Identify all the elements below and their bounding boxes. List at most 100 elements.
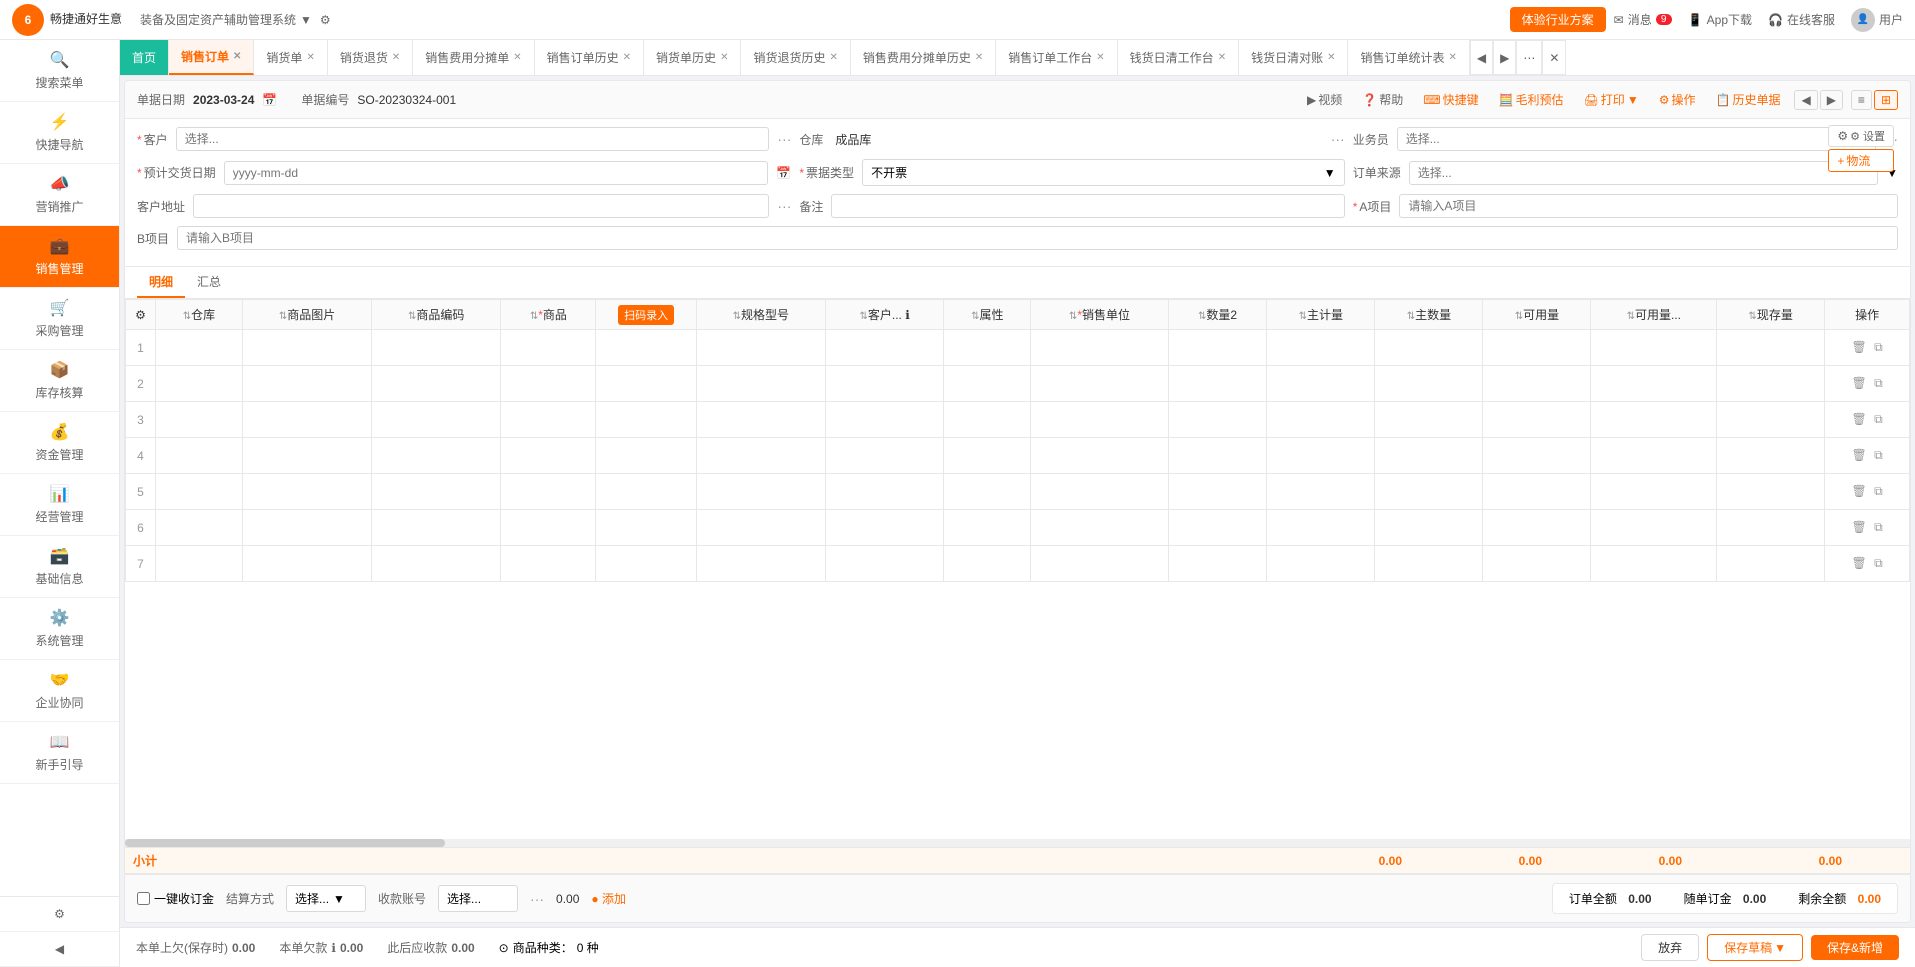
view-btn[interactable]: ▶ 视频 xyxy=(1301,89,1348,110)
customer-address-dots[interactable]: ··· xyxy=(777,198,791,214)
row-product-code[interactable] xyxy=(372,546,501,582)
tab-close-sales-order[interactable]: ✕ xyxy=(233,51,241,62)
sort-customer-code[interactable]: ⇅ xyxy=(859,311,867,322)
row-delete-btn[interactable]: 🗑 xyxy=(1852,448,1867,462)
row-product[interactable] xyxy=(501,402,596,438)
row-qty2[interactable] xyxy=(1168,510,1267,546)
h-scrollbar-track[interactable] xyxy=(125,839,1910,847)
row-attributes[interactable] xyxy=(944,366,1031,402)
row-product-img[interactable] xyxy=(242,546,371,582)
row-delete-btn[interactable]: 🗑 xyxy=(1852,484,1867,498)
row-available2[interactable] xyxy=(1591,330,1717,366)
sidebar-item-sales[interactable]: 💼 销售管理 xyxy=(0,226,119,288)
row-stock[interactable] xyxy=(1717,402,1825,438)
sidebar-item-inventory[interactable]: 📦 库存核算 xyxy=(0,350,119,412)
print-dropdown-icon[interactable]: ▼ xyxy=(1627,93,1639,107)
row-warehouse[interactable] xyxy=(156,546,243,582)
sidebar-item-system[interactable]: ⚙️ 系统管理 xyxy=(0,598,119,660)
delivery-date-input[interactable] xyxy=(224,161,769,185)
row-main-unit[interactable] xyxy=(1267,366,1375,402)
row-delete-btn[interactable]: 🗑 xyxy=(1852,340,1867,354)
project-b-input[interactable] xyxy=(177,226,1898,250)
tab-sales-order-workbench[interactable]: 销售订单工作台 ✕ xyxy=(996,40,1117,75)
row-main-unit[interactable] xyxy=(1267,510,1375,546)
scan-input-btn[interactable]: 扫码录入 xyxy=(618,305,674,325)
sort-product[interactable]: ⇅ xyxy=(530,311,538,322)
row-product-img[interactable] xyxy=(242,438,371,474)
row-main-unit[interactable] xyxy=(1267,438,1375,474)
sort-main-qty[interactable]: ⇅ xyxy=(1407,311,1415,322)
row-delete-btn[interactable]: 🗑 xyxy=(1852,520,1867,534)
row-product[interactable] xyxy=(501,510,596,546)
tab-close-sales-refund[interactable]: ✕ xyxy=(392,52,400,63)
row-stock[interactable] xyxy=(1717,366,1825,402)
row-warehouse[interactable] xyxy=(156,330,243,366)
tab-close-all-btn[interactable]: ✕ xyxy=(1542,40,1566,75)
h-scrollbar-thumb[interactable] xyxy=(125,839,445,847)
row-available2[interactable] xyxy=(1591,510,1717,546)
row-available[interactable] xyxy=(1483,438,1591,474)
row-qty2[interactable] xyxy=(1168,546,1267,582)
row-product[interactable] xyxy=(501,546,596,582)
row-main-unit[interactable] xyxy=(1267,546,1375,582)
tab-sales-return[interactable]: 销货单 ✕ xyxy=(254,40,327,75)
row-main-qty[interactable] xyxy=(1375,510,1483,546)
row-main-qty[interactable] xyxy=(1375,330,1483,366)
tab-close-sales-fee-history[interactable]: ✕ xyxy=(975,52,983,63)
sort-main-unit[interactable]: ⇅ xyxy=(1299,311,1307,322)
detail-tab-summary[interactable]: 汇总 xyxy=(185,267,233,298)
row-stock[interactable] xyxy=(1717,546,1825,582)
tab-close-sales-return[interactable]: ✕ xyxy=(306,52,314,63)
system-title-dropdown[interactable]: ▼ xyxy=(300,13,312,27)
row-available2[interactable] xyxy=(1591,474,1717,510)
row-available[interactable] xyxy=(1483,402,1591,438)
tab-close-sales-refund-history[interactable]: ✕ xyxy=(829,52,837,63)
row-product-img[interactable] xyxy=(242,366,371,402)
profit-forecast-btn[interactable]: 🧮 毛利预估 xyxy=(1493,89,1570,110)
row-customer-code[interactable] xyxy=(825,438,943,474)
settle-method-select[interactable]: 选择... ▼ xyxy=(286,885,366,912)
calendar-icon[interactable]: 📅 xyxy=(262,93,277,107)
sort-attributes[interactable]: ⇅ xyxy=(971,311,979,322)
row-product-code[interactable] xyxy=(372,330,501,366)
sort-product-img[interactable]: ⇅ xyxy=(279,311,287,322)
help-btn[interactable]: ❓ 帮助 xyxy=(1356,89,1409,110)
quick-settle-checkbox-label[interactable]: 一键收订金 xyxy=(137,890,214,907)
row-copy-btn[interactable]: ⧉ xyxy=(1874,376,1883,390)
sidebar-item-purchase[interactable]: 🛒 采购管理 xyxy=(0,288,119,350)
row-customer-code[interactable] xyxy=(825,510,943,546)
tab-more-btn[interactable]: ⋯ xyxy=(1516,40,1542,75)
prev-record-btn[interactable]: ◀ xyxy=(1794,90,1817,110)
note-input[interactable] xyxy=(831,194,1344,218)
customer-input[interactable] xyxy=(176,127,770,151)
sort-available2[interactable]: ⇅ xyxy=(1627,311,1635,322)
row-sales-unit[interactable] xyxy=(1031,546,1168,582)
row-customer-code[interactable] xyxy=(825,330,943,366)
sort-qty2[interactable]: ⇅ xyxy=(1198,311,1206,322)
tab-close-sales-return-history[interactable]: ✕ xyxy=(720,52,728,63)
row-available[interactable] xyxy=(1483,366,1591,402)
customer-dots[interactable]: ··· xyxy=(777,131,791,147)
sort-warehouse[interactable]: ⇅ xyxy=(183,311,191,322)
print-btn[interactable]: 🖨 打印 ▼ xyxy=(1578,89,1645,110)
sort-spec[interactable]: ⇅ xyxy=(733,311,741,322)
tab-cash-account[interactable]: 钱货日清对账 ✕ xyxy=(1239,40,1348,75)
row-sales-unit[interactable] xyxy=(1031,510,1168,546)
save-draft-btn[interactable]: 保存草稿 ▼ xyxy=(1707,934,1803,961)
tab-close-cash-account[interactable]: ✕ xyxy=(1327,52,1335,63)
sidebar-item-guide[interactable]: 📖 新手引导 xyxy=(0,722,119,784)
sidebar-item-quick-nav[interactable]: ⚡ 快捷导航 xyxy=(0,102,119,164)
add-logistics-btn[interactable]: + 物流 xyxy=(1828,149,1894,172)
row-attributes[interactable] xyxy=(944,474,1031,510)
row-product-img[interactable] xyxy=(242,474,371,510)
next-record-btn[interactable]: ▶ xyxy=(1820,90,1843,110)
discard-btn[interactable]: 放弃 xyxy=(1641,934,1699,961)
row-attributes[interactable] xyxy=(944,402,1031,438)
row-attributes[interactable] xyxy=(944,546,1031,582)
prev-lower-info-icon[interactable]: ℹ xyxy=(331,941,336,955)
row-warehouse[interactable] xyxy=(156,474,243,510)
tab-sales-refund-history[interactable]: 销货退货历史 ✕ xyxy=(741,40,850,75)
row-qty2[interactable] xyxy=(1168,438,1267,474)
history-orders-btn[interactable]: 📋 历史单据 xyxy=(1709,89,1786,110)
tab-close-sales-order-history[interactable]: ✕ xyxy=(623,52,631,63)
